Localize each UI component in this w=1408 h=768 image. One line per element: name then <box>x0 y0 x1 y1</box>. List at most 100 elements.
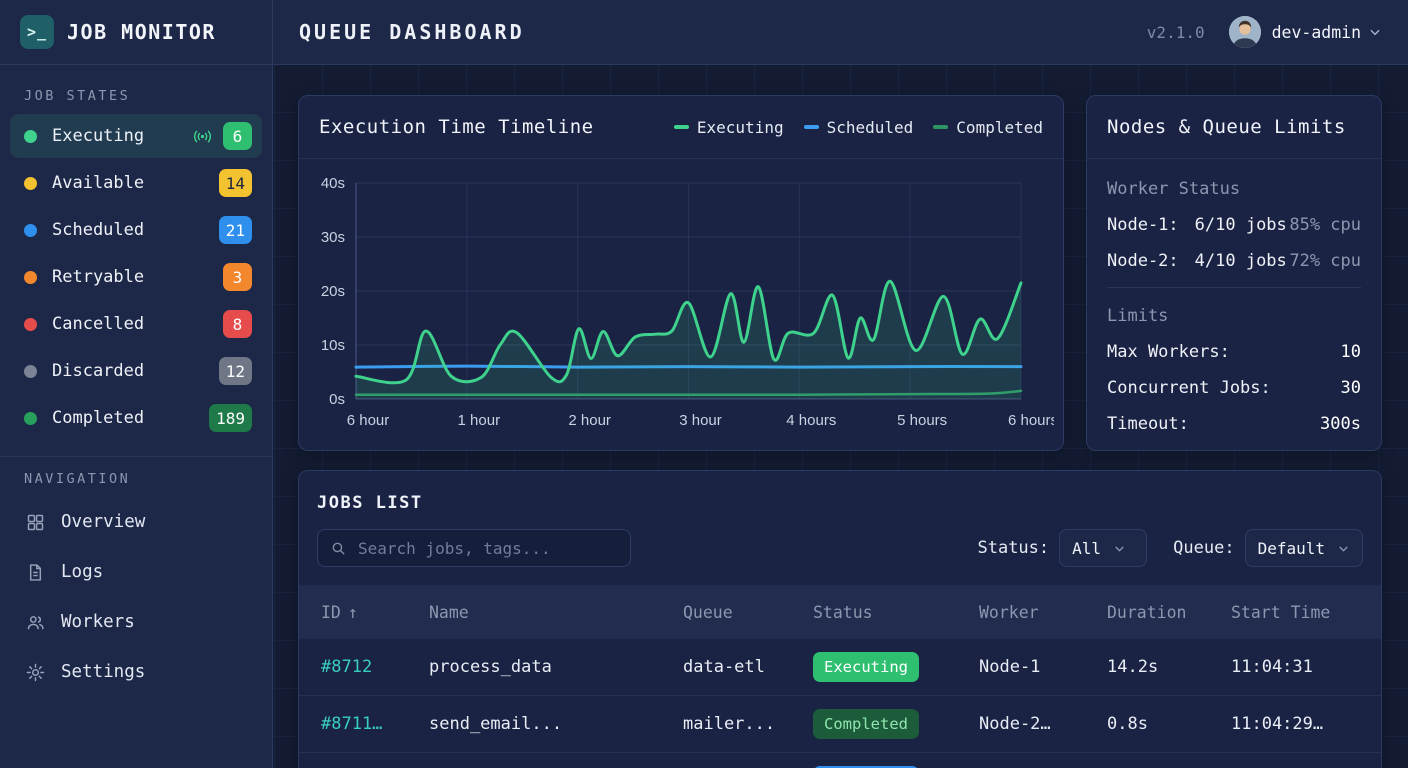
avatar <box>1228 16 1261 48</box>
jobs-controls: Status: All Queue: Default <box>317 529 1363 567</box>
status-filter-value: All <box>1072 538 1102 558</box>
column-header[interactable]: Worker <box>979 603 1107 622</box>
brand-area: >_ JOB MONITOR <box>0 0 273 64</box>
queue-filter-value: Default <box>1257 538 1325 558</box>
job-status-cell: Executing <box>813 652 979 682</box>
svg-text:30s: 30s <box>321 229 345 246</box>
app-brand: JOB MONITOR <box>67 20 216 44</box>
legend-item[interactable]: Completed <box>933 118 1043 137</box>
sidebar-item-overview[interactable]: Overview <box>0 497 272 547</box>
state-label: Completed <box>52 408 145 428</box>
status-filter-select[interactable]: All <box>1059 529 1148 567</box>
sidebar-state-item[interactable]: Executing 6 <box>10 114 262 158</box>
live-activity-icon <box>191 129 214 144</box>
legend-swatch <box>803 125 819 129</box>
node-cpu: 85% cpu <box>1289 215 1361 235</box>
limit-value: 30 <box>1340 378 1361 398</box>
svg-text:6 hour: 6 hour <box>347 412 390 429</box>
limit-row: Timeout: 300s <box>1107 414 1361 434</box>
column-label: Name <box>429 602 469 622</box>
jobs-list-title: JOBS LIST <box>317 493 423 513</box>
gear-icon <box>25 662 46 683</box>
sidebar-divider <box>0 456 272 457</box>
worker-status-label: Worker Status <box>1107 179 1241 199</box>
main-content: Execution Time Timeline Executing Schedu… <box>274 64 1408 768</box>
nav-label: Settings <box>61 662 146 682</box>
table-row[interactable]: #8711… send_email... mailer... Completed… <box>299 696 1381 753</box>
document-icon <box>25 562 46 583</box>
node-jobs: 4/10 jobs <box>1194 251 1287 271</box>
sidebar-item-workers[interactable]: Workers <box>0 597 272 647</box>
table-row[interactable]: #8712 process_data data-etl Executing No… <box>299 639 1381 696</box>
legend-item[interactable]: Scheduled <box>803 118 913 137</box>
node-status-row: Node-2: 4/10 jobs 72% cpu <box>1107 251 1361 271</box>
legend-label: Executing <box>696 117 784 137</box>
node-jobs: 6/10 jobs <box>1194 215 1287 235</box>
timeline-title: Execution Time Timeline <box>319 116 594 138</box>
sidebar-state-item[interactable]: Completed 189 <box>10 396 262 440</box>
sidebar-state-item[interactable]: Available 14 <box>10 161 262 205</box>
job-id-link[interactable]: #8711… <box>321 714 429 734</box>
job-start-time: 11:04:31 <box>1231 657 1313 677</box>
chart-legend: Executing Scheduled Completed <box>673 117 1043 137</box>
state-color-dot <box>24 223 37 237</box>
search-input[interactable] <box>356 537 618 559</box>
status-filter-label: Status: <box>977 538 1050 558</box>
user-menu[interactable]: dev-admin <box>1228 16 1382 48</box>
limit-row: Max Workers: 10 <box>1107 342 1361 362</box>
limit-row: Concurrent Jobs: 30 <box>1107 378 1361 398</box>
state-color-dot <box>24 270 37 284</box>
svg-text:4 hours: 4 hours <box>786 412 836 429</box>
sidebar-item-settings[interactable]: Settings <box>0 647 272 697</box>
jobs-list-header: JOBS LIST <box>299 471 1381 513</box>
sidebar-state-item[interactable]: Discarded 12 <box>10 349 262 393</box>
limit-label: Max Workers: <box>1107 342 1230 362</box>
state-count-badge: 21 <box>218 216 252 244</box>
job-queue: mailer... <box>683 714 776 734</box>
nodes-divider <box>1107 287 1361 288</box>
table-row[interactable]: #8710 process_data mailer Scheduled Node… <box>299 753 1381 768</box>
state-count-badge: 12 <box>218 357 252 385</box>
search-icon <box>330 540 347 557</box>
version-label: v2.1.0 <box>1146 22 1205 42</box>
node-status-row: Node-1: 6/10 jobs 85% cpu <box>1107 215 1361 235</box>
column-header[interactable]: ID ↑ <box>321 603 429 622</box>
job-id-link[interactable]: #8712 <box>321 657 429 677</box>
job-queue: data-etl <box>683 657 765 677</box>
app-window: >_ JOB MONITOR QUEUE DASHBOARD v2.1.0 de… <box>0 0 1408 768</box>
search-box[interactable] <box>317 529 631 567</box>
sidebar-state-item[interactable]: Retryable 3 <box>10 255 262 299</box>
users-icon <box>25 612 46 633</box>
state-color-dot <box>24 317 37 331</box>
state-color-dot <box>24 364 37 378</box>
sidebar-state-item[interactable]: Cancelled 8 <box>10 302 262 346</box>
page-title: QUEUE DASHBOARD <box>299 20 525 44</box>
column-header[interactable]: Queue <box>683 603 813 622</box>
state-count-badge: 14 <box>218 169 252 197</box>
queue-filter-select[interactable]: Default <box>1244 529 1363 567</box>
header-main: QUEUE DASHBOARD v2.1.0 dev-admin <box>273 0 1408 64</box>
node-name: Node-1: <box>1107 215 1179 235</box>
column-header[interactable]: Name <box>429 603 683 622</box>
sidebar-item-logs[interactable]: Logs <box>0 547 272 597</box>
column-header[interactable]: Status <box>813 603 979 622</box>
username: dev-admin <box>1271 22 1361 42</box>
status-badge: Executing <box>813 652 919 682</box>
job-states-section-label: JOB STATES <box>24 88 131 104</box>
state-count-badge: 8 <box>223 310 252 338</box>
nav-label: Workers <box>61 612 135 632</box>
limit-label: Concurrent Jobs: <box>1107 378 1271 398</box>
queue-filter-label: Queue: <box>1173 538 1235 558</box>
column-label: ID <box>321 602 341 622</box>
limit-value: 10 <box>1340 342 1361 362</box>
limit-label: Timeout: <box>1107 414 1189 434</box>
column-header[interactable]: Start Time <box>1231 603 1359 622</box>
legend-item[interactable]: Executing <box>673 117 784 137</box>
column-header[interactable]: Duration <box>1107 603 1231 622</box>
job-status-cell: Completed <box>813 709 979 739</box>
column-label: Start Time <box>1231 602 1331 622</box>
svg-text:3 hour: 3 hour <box>679 412 722 429</box>
sidebar-state-item[interactable]: Scheduled 21 <box>10 208 262 252</box>
top-bar: >_ JOB MONITOR QUEUE DASHBOARD v2.1.0 de… <box>0 0 1408 65</box>
limits-label: Limits <box>1107 306 1169 326</box>
